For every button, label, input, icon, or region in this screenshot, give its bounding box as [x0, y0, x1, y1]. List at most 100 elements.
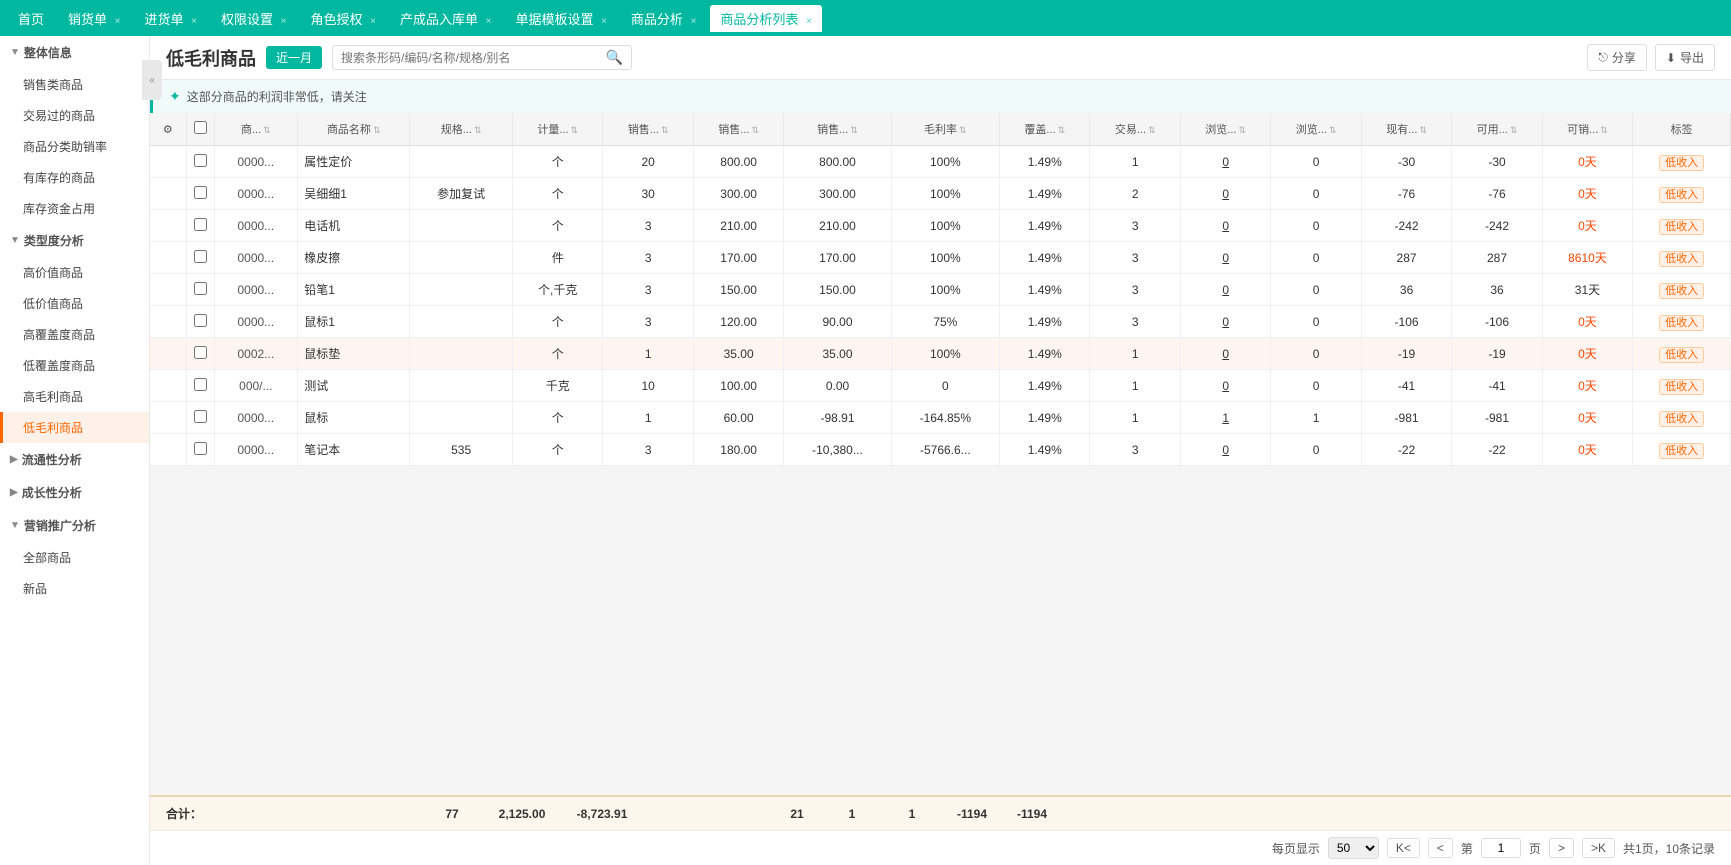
sidebar-group-overall-info[interactable]: ▼ 整体信息 [0, 36, 149, 69]
close-sales-order-icon[interactable]: × [115, 16, 121, 27]
col-current-stock[interactable]: 现有...⇅ [1361, 113, 1451, 146]
nav-home[interactable]: 首页 [8, 5, 54, 32]
export-button[interactable]: ⬇ 导出 [1655, 44, 1715, 71]
row-name-5[interactable]: 鼠标1 [298, 306, 410, 338]
row-select-2[interactable] [194, 218, 207, 231]
close-product-analysis-icon[interactable]: × [691, 16, 697, 27]
sidebar-item-traded-products[interactable]: 交易过的商品 [0, 100, 149, 131]
sidebar-item-capital[interactable]: 库存资金占用 [0, 193, 149, 224]
row-views1-6[interactable]: 0 [1180, 338, 1270, 370]
row-select-7[interactable] [194, 378, 207, 391]
nav-product-entry[interactable]: 产成品入库单 × [390, 5, 501, 32]
row-tag-2[interactable]: 低收入 [1633, 210, 1731, 242]
row-tag-5[interactable]: 低收入 [1633, 306, 1731, 338]
row-name-8[interactable]: 鼠标 [298, 402, 410, 434]
sidebar-item-category-rate[interactable]: 商品分类助销率 [0, 131, 149, 162]
sidebar-group-type-analysis[interactable]: ▼ 类型度分析 [0, 224, 149, 257]
row-name-4[interactable]: 铅笔1 [298, 274, 410, 306]
sidebar-item-low-coverage[interactable]: 低覆盖度商品 [0, 350, 149, 381]
row-views1-3[interactable]: 0 [1180, 242, 1270, 274]
row-name-3[interactable]: 橡皮擦 [298, 242, 410, 274]
sidebar-group-marketing[interactable]: ▼ 营销推广分析 [0, 509, 149, 542]
col-gross-margin[interactable]: 毛利率⇅ [891, 113, 999, 146]
col-unit[interactable]: 计量...⇅ [513, 113, 603, 146]
row-select-3[interactable] [194, 250, 207, 263]
row-name-7[interactable]: 测试 [298, 370, 410, 402]
close-permissions-icon[interactable]: × [281, 16, 287, 27]
select-all-checkbox[interactable] [194, 121, 207, 134]
nav-product-analysis[interactable]: 商品分析 × [621, 5, 706, 32]
row-name-9[interactable]: 笔记本 [298, 434, 410, 466]
row-views1-8[interactable]: 1 [1180, 402, 1270, 434]
row-settings-8[interactable] [150, 402, 186, 434]
row-checkbox-4[interactable] [186, 274, 214, 306]
sidebar-item-all-products[interactable]: 全部商品 [0, 542, 149, 573]
col-sales-price[interactable]: 销售...⇅ [693, 113, 783, 146]
nav-sales-order[interactable]: 销货单 × [58, 5, 130, 32]
row-checkbox-5[interactable] [186, 306, 214, 338]
sidebar-item-high-coverage[interactable]: 高覆盖度商品 [0, 319, 149, 350]
nav-purchase-order[interactable]: 进货单 × [135, 5, 207, 32]
col-name[interactable]: 商品名称⇅ [298, 113, 410, 146]
row-tag-4[interactable]: 低收入 [1633, 274, 1731, 306]
row-checkbox-7[interactable] [186, 370, 214, 402]
next-page-button[interactable]: > [1549, 838, 1574, 858]
row-select-1[interactable] [194, 186, 207, 199]
row-select-0[interactable] [194, 154, 207, 167]
row-views1-5[interactable]: 0 [1180, 306, 1270, 338]
col-spec[interactable]: 规格...⇅ [410, 113, 513, 146]
col-saleable-days[interactable]: 可销...⇅ [1542, 113, 1632, 146]
row-tag-8[interactable]: 低收入 [1633, 402, 1731, 434]
sidebar-item-high-margin[interactable]: 高毛利商品 [0, 381, 149, 412]
share-button[interactable]: ⎋ 分享 [1587, 44, 1647, 71]
row-name-6[interactable]: 鼠标垫 [298, 338, 410, 370]
sidebar-collapse-button[interactable]: « [142, 60, 162, 100]
row-settings-0[interactable] [150, 146, 186, 178]
row-tag-7[interactable]: 低收入 [1633, 370, 1731, 402]
nav-product-analysis-list[interactable]: 商品分析列表 × [710, 5, 821, 32]
close-product-analysis-list-icon[interactable]: × [806, 16, 812, 27]
sidebar-item-in-stock[interactable]: 有库存的商品 [0, 162, 149, 193]
prev-page-button[interactable]: < [1428, 838, 1453, 858]
first-page-button[interactable]: K< [1387, 838, 1420, 858]
nav-permissions[interactable]: 权限设置 × [211, 5, 296, 32]
row-name-2[interactable]: 电话机 [298, 210, 410, 242]
row-name-0[interactable]: 属性定价 [298, 146, 410, 178]
col-sales-amount[interactable]: 销售...⇅ [784, 113, 891, 146]
row-views1-7[interactable]: 0 [1180, 370, 1270, 402]
row-settings-9[interactable] [150, 434, 186, 466]
row-select-9[interactable] [194, 442, 207, 455]
row-settings-5[interactable] [150, 306, 186, 338]
row-checkbox-8[interactable] [186, 402, 214, 434]
page-size-select[interactable]: 50 100 200 [1328, 837, 1379, 859]
row-select-6[interactable] [194, 346, 207, 359]
sidebar-item-high-value[interactable]: 高价值商品 [0, 257, 149, 288]
close-role-auth-icon[interactable]: × [370, 16, 376, 27]
row-settings-2[interactable] [150, 210, 186, 242]
col-tag[interactable]: 标签 [1633, 113, 1731, 146]
row-checkbox-6[interactable] [186, 338, 214, 370]
page-number-input[interactable] [1481, 838, 1521, 858]
col-views2[interactable]: 浏览...⇅ [1271, 113, 1361, 146]
row-checkbox-0[interactable] [186, 146, 214, 178]
row-settings-6[interactable] [150, 338, 186, 370]
sidebar-item-new-products[interactable]: 新品 [0, 573, 149, 604]
close-product-entry-icon[interactable]: × [486, 16, 492, 27]
row-select-4[interactable] [194, 282, 207, 295]
sidebar-group-circulation[interactable]: ▶ 流通性分析 [0, 443, 149, 476]
row-tag-1[interactable]: 低收入 [1633, 178, 1731, 210]
row-settings-4[interactable] [150, 274, 186, 306]
col-available-stock[interactable]: 可用...⇅ [1452, 113, 1542, 146]
row-tag-6[interactable]: 低收入 [1633, 338, 1731, 370]
close-purchase-order-icon[interactable]: × [191, 16, 197, 27]
row-views1-2[interactable]: 0 [1180, 210, 1270, 242]
row-select-5[interactable] [194, 314, 207, 327]
row-checkbox-3[interactable] [186, 242, 214, 274]
row-checkbox-9[interactable] [186, 434, 214, 466]
row-checkbox-1[interactable] [186, 178, 214, 210]
row-name-1[interactable]: 吴细细1 [298, 178, 410, 210]
col-views1[interactable]: 浏览...⇅ [1180, 113, 1270, 146]
row-tag-3[interactable]: 低收入 [1633, 242, 1731, 274]
col-checkbox[interactable] [186, 113, 214, 146]
row-views1-4[interactable]: 0 [1180, 274, 1270, 306]
